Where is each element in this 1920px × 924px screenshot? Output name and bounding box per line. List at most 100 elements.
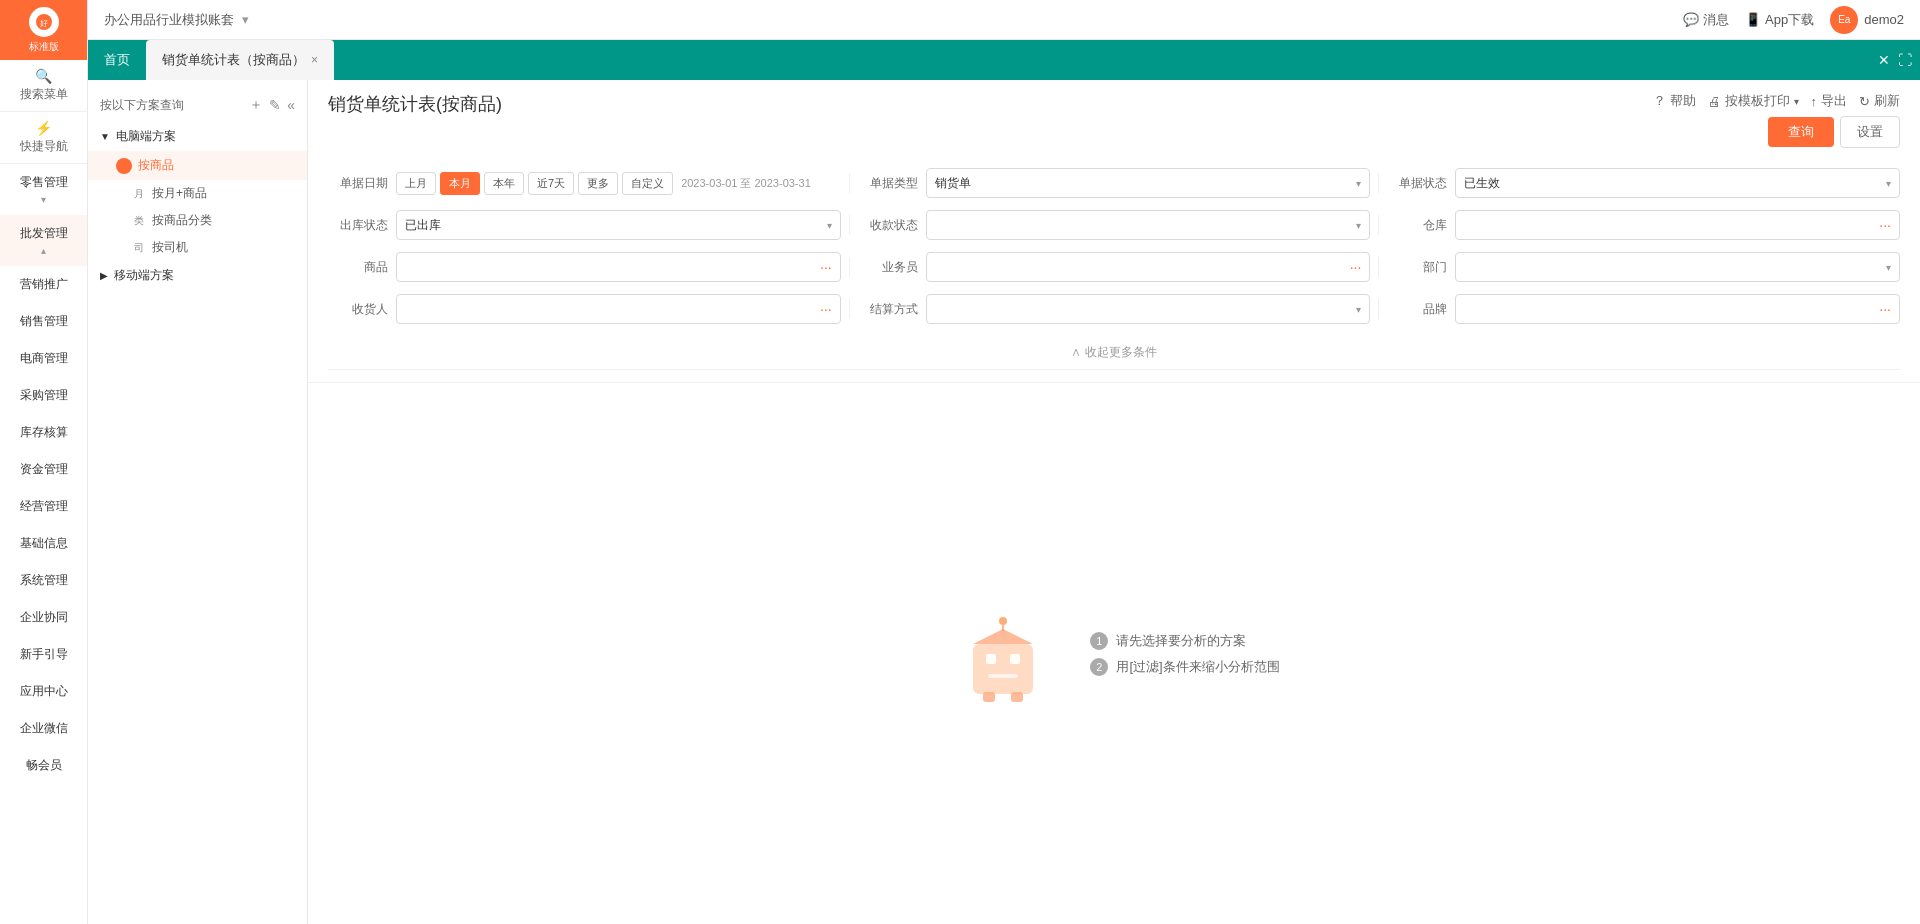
- sidebar-item-sales[interactable]: 销售管理: [0, 303, 87, 340]
- sidebar-quick[interactable]: ⚡ 快捷导航: [0, 112, 87, 164]
- sidebar-search[interactable]: 🔍 搜索菜单: [0, 60, 87, 112]
- payment-select[interactable]: ▾: [926, 294, 1371, 324]
- out-status-select[interactable]: 已出库 ▾: [396, 210, 841, 240]
- export-btn[interactable]: ↑ 导出: [1811, 92, 1848, 110]
- help-btn[interactable]: ？ 帮助: [1653, 92, 1696, 110]
- sidebar-search-label: 搜索菜单: [20, 87, 68, 101]
- date-this-year-btn[interactable]: 本年: [484, 172, 524, 195]
- tree-item-by-product[interactable]: 按商品: [88, 151, 307, 180]
- tree-group-pc-label[interactable]: ▼ 电脑端方案: [88, 122, 307, 151]
- warehouse-select[interactable]: ···: [1455, 210, 1900, 240]
- sep5: [849, 257, 850, 277]
- warehouse-more-icon[interactable]: ···: [1879, 217, 1891, 233]
- sidebar-item-system-label: 系统管理: [20, 572, 68, 589]
- sidebar-item-retail[interactable]: 零售管理 ▾: [0, 164, 87, 215]
- brand-select[interactable]: ···: [1455, 294, 1900, 324]
- doc-status-dropdown-icon: ▾: [1886, 178, 1891, 189]
- sidebar-item-basic[interactable]: 基础信息: [0, 525, 87, 562]
- product-icon: [116, 158, 132, 174]
- tab-home[interactable]: 首页: [88, 40, 146, 80]
- receiver-more-icon[interactable]: ···: [820, 301, 832, 317]
- doc-type-select[interactable]: 销货单 ▾: [926, 168, 1371, 198]
- receiver-select[interactable]: ···: [396, 294, 841, 324]
- brand-more-icon[interactable]: ···: [1879, 301, 1891, 317]
- tree-item-by-month-product[interactable]: 月 按月+商品: [88, 180, 307, 207]
- sidebar-item-operation[interactable]: 经营管理: [0, 488, 87, 525]
- panel-header-actions: ＋ ✎ «: [249, 96, 295, 114]
- tab-close-window-icon[interactable]: ✕: [1878, 53, 1890, 67]
- sidebar: 好 标准版 🔍 搜索菜单 ⚡ 快捷导航 零售管理 ▾ 批发管理 ▴ 营销推广 销…: [0, 0, 88, 924]
- app-download-btn[interactable]: 📱 App下载: [1745, 11, 1814, 29]
- help-icon: ？: [1653, 92, 1666, 110]
- refresh-btn[interactable]: ↻ 刷新: [1859, 92, 1900, 110]
- sidebar-item-purchase[interactable]: 采购管理: [0, 377, 87, 414]
- print-label: 按模板打印: [1725, 92, 1790, 110]
- panel-edit-icon[interactable]: ✎: [269, 97, 281, 113]
- date-custom-btn[interactable]: 自定义: [622, 172, 673, 195]
- doc-status-label: 单据状态: [1387, 175, 1447, 192]
- sidebar-item-member[interactable]: 畅会员: [0, 747, 87, 784]
- header-left: 办公用品行业模拟账套 ▾: [104, 11, 249, 29]
- sidebar-item-guide[interactable]: 新手引导: [0, 636, 87, 673]
- user-area[interactable]: Ea demo2: [1830, 6, 1904, 34]
- date-7days-btn[interactable]: 近7天: [528, 172, 574, 195]
- filter-doc-status: 单据状态 已生效 ▾: [1387, 168, 1900, 198]
- svg-rect-7: [983, 692, 995, 702]
- print-dropdown-icon: ▾: [1794, 96, 1799, 107]
- sidebar-item-wechat-label: 企业微信: [20, 720, 68, 737]
- date-last-month-btn[interactable]: 上月: [396, 172, 436, 195]
- sidebar-item-marketing[interactable]: 营销推广: [0, 266, 87, 303]
- tab-active[interactable]: 销货单统计表（按商品） ×: [146, 40, 334, 80]
- svg-rect-5: [1010, 654, 1020, 664]
- out-status-dropdown-icon: ▾: [827, 220, 832, 231]
- category-icon: 类: [132, 214, 146, 228]
- sidebar-item-system[interactable]: 系统管理: [0, 562, 87, 599]
- sidebar-item-collab-label: 企业协同: [20, 609, 68, 626]
- date-range-text: 2023-03-01 至 2023-03-31: [681, 176, 811, 191]
- doc-status-select[interactable]: 已生效 ▾: [1455, 168, 1900, 198]
- sep1: [849, 173, 850, 193]
- sidebar-item-wholesale[interactable]: 批发管理 ▴: [0, 215, 87, 266]
- collapse-bar[interactable]: ∧ 收起更多条件: [328, 336, 1900, 370]
- sidebar-item-inventory[interactable]: 库存核算: [0, 414, 87, 451]
- setting-btn[interactable]: 设置: [1840, 116, 1900, 148]
- product-more-icon[interactable]: ···: [820, 259, 832, 275]
- date-label: 单据日期: [328, 175, 388, 192]
- industry-dropdown-icon[interactable]: ▾: [242, 12, 249, 27]
- page-title: 销货单统计表(按商品): [328, 92, 1653, 116]
- date-more-btn[interactable]: 更多: [578, 172, 618, 195]
- sidebar-item-collab[interactable]: 企业协同: [0, 599, 87, 636]
- sidebar-item-appstore[interactable]: 应用中心: [0, 673, 87, 710]
- sidebar-item-finance[interactable]: 资金管理: [0, 451, 87, 488]
- right-main: 销货单统计表(按商品) ？ 帮助 🖨 按模板打印 ▾: [308, 80, 1920, 924]
- tree-item-by-driver[interactable]: 司 按司机: [88, 234, 307, 261]
- logo-text: 标准版: [29, 40, 59, 54]
- collect-status-select[interactable]: ▾: [926, 210, 1371, 240]
- dept-select[interactable]: ▾: [1455, 252, 1900, 282]
- panel-add-icon[interactable]: ＋: [249, 96, 263, 114]
- sidebar-item-wechat[interactable]: 企业微信: [0, 710, 87, 747]
- tab-close-icon[interactable]: ×: [311, 54, 318, 66]
- tab-maximize-icon[interactable]: ⛶: [1898, 53, 1912, 67]
- date-this-month-btn[interactable]: 本月: [440, 172, 480, 195]
- product-select[interactable]: ···: [396, 252, 841, 282]
- filter-warehouse: 仓库 ···: [1387, 210, 1900, 240]
- tree-expand-icon-mobile: ▶: [100, 270, 108, 281]
- salesperson-more-icon[interactable]: ···: [1350, 259, 1362, 275]
- sidebar-logo: 好 标准版: [0, 0, 88, 60]
- tree-item-by-category[interactable]: 类 按商品分类: [88, 207, 307, 234]
- filter-dept: 部门 ▾: [1387, 252, 1900, 282]
- tab-bar-actions: ✕ ⛶: [1878, 53, 1920, 67]
- panel-collapse-icon[interactable]: «: [287, 97, 295, 113]
- filter-row-3: 商品 ··· 业务员 ···: [328, 252, 1900, 282]
- sidebar-item-ecommerce[interactable]: 电商管理: [0, 340, 87, 377]
- print-btn[interactable]: 🖨 按模板打印 ▾: [1708, 92, 1799, 110]
- message-btn[interactable]: 💬 消息: [1683, 11, 1729, 29]
- avatar: Ea: [1830, 6, 1858, 34]
- refresh-icon: ↻: [1859, 94, 1870, 109]
- filter-payment: 结算方式 ▾: [858, 294, 1371, 324]
- payment-label: 结算方式: [858, 301, 918, 318]
- tree-group-mobile-label[interactable]: ▶ 移动端方案: [88, 261, 307, 290]
- salesperson-select[interactable]: ···: [926, 252, 1371, 282]
- query-btn[interactable]: 查询: [1768, 117, 1834, 147]
